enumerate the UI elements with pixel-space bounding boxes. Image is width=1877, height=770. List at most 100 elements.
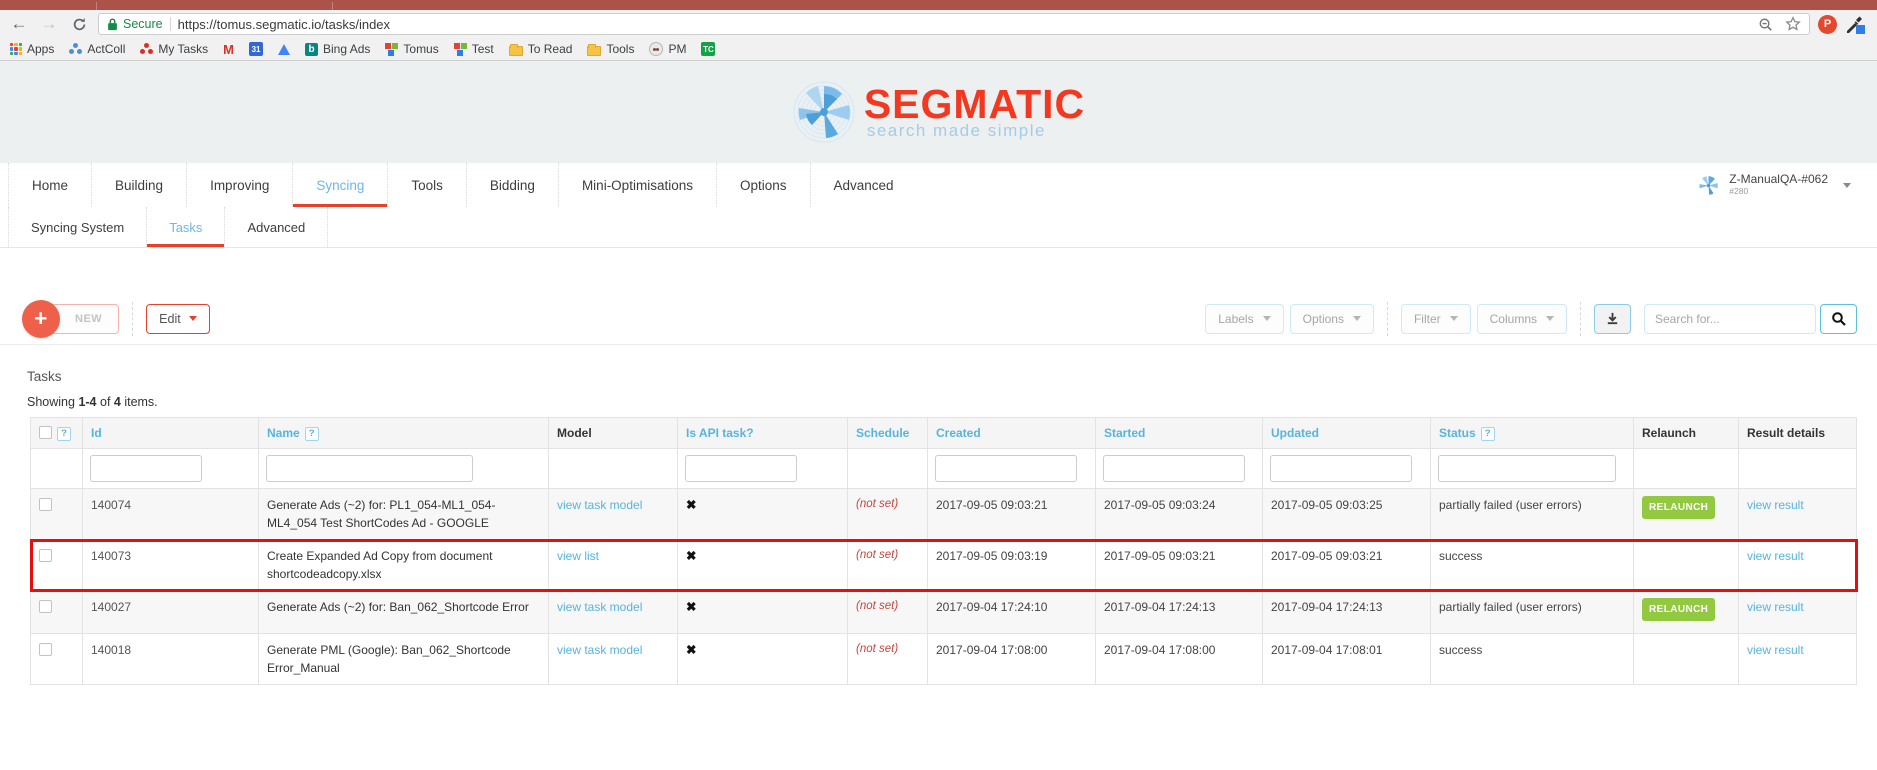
bookmark-star-icon[interactable]	[1785, 16, 1801, 32]
sort-created-link[interactable]: Created	[936, 426, 981, 440]
filter-cell	[1430, 448, 1634, 489]
filter-row	[30, 448, 1857, 489]
relaunch-button[interactable]: RELAUNCH	[1642, 598, 1716, 621]
nav-item-syncing[interactable]: Syncing	[292, 163, 388, 207]
view-result-link[interactable]: view result	[1747, 600, 1804, 614]
row-checkbox[interactable]	[39, 549, 52, 562]
cell-relaunch: RELAUNCH	[1633, 590, 1739, 634]
subnav-item-advanced[interactable]: Advanced	[224, 207, 329, 247]
browser-tab-strip	[0, 0, 1877, 10]
bookmark-analytics[interactable]	[278, 43, 291, 55]
bookmark-tools[interactable]: Tools	[587, 42, 634, 56]
nav-item-tools[interactable]: Tools	[387, 163, 466, 207]
help-icon[interactable]	[57, 427, 71, 441]
color-picker-extension-icon[interactable]	[1845, 14, 1865, 34]
secure-indicator[interactable]: Secure	[107, 17, 163, 31]
sort-id-link[interactable]: Id	[91, 426, 102, 440]
summary-range: 1-4	[78, 395, 97, 409]
options-dropdown-button[interactable]: Options	[1289, 303, 1374, 334]
new-button[interactable]: NEW	[22, 299, 120, 338]
header-result-details: Result details	[1738, 417, 1857, 449]
back-button[interactable]: ←	[8, 13, 30, 35]
cell-is-api-task: ✖	[677, 488, 848, 540]
header-status: Status	[1430, 417, 1634, 449]
bookmark-calendar[interactable]: 31	[249, 42, 264, 56]
bookmark-gmail[interactable]: M	[223, 43, 234, 56]
columns-dropdown-button[interactable]: Columns	[1476, 303, 1567, 334]
search-input[interactable]	[1644, 303, 1816, 334]
row-checkbox[interactable]	[39, 498, 52, 511]
help-icon[interactable]	[304, 427, 319, 441]
bookmark-bing-ads[interactable]: b Bing Ads	[305, 42, 370, 56]
extension-p-icon[interactable]: P	[1818, 14, 1837, 34]
bookmark-label: PM	[668, 42, 687, 56]
sort-status-link[interactable]: Status	[1439, 426, 1476, 440]
view-task-model-link[interactable]: view task model	[557, 498, 642, 512]
nav-item-building[interactable]: Building	[91, 163, 186, 207]
header-id: Id	[82, 417, 259, 449]
bookmark-my-tasks[interactable]: My Tasks	[140, 42, 208, 56]
sub-nav: Syncing System Tasks Advanced	[0, 207, 1877, 248]
cell-result: view result	[1738, 590, 1857, 634]
edit-dropdown-button[interactable]: Edit	[146, 303, 210, 334]
filter-input-updated[interactable]	[1270, 455, 1412, 482]
cell-relaunch	[1633, 633, 1739, 685]
nav-item-bidding[interactable]: Bidding	[465, 163, 558, 207]
subnav-item-tasks[interactable]: Tasks	[146, 207, 225, 247]
view-result-link[interactable]: view result	[1747, 643, 1804, 657]
labels-dropdown-button[interactable]: Labels	[1205, 303, 1284, 334]
filter-input-created[interactable]	[935, 455, 1077, 482]
user-menu[interactable]: Z-ManualQA-#062 #280	[1697, 163, 1877, 207]
nav-item-mini-optimisations[interactable]: Mini-Optimisations	[557, 163, 716, 207]
sort-api-link[interactable]: Is API task?	[686, 426, 754, 440]
cell-result: view result	[1738, 539, 1857, 591]
filter-dropdown-button[interactable]: Filter	[1400, 303, 1471, 334]
filter-input-status[interactable]	[1438, 455, 1616, 482]
bookmark-test[interactable]: Test	[453, 42, 494, 56]
row-checkbox[interactable]	[39, 600, 52, 613]
sort-started-link[interactable]: Started	[1104, 426, 1145, 440]
select-all-checkbox[interactable]	[39, 426, 52, 439]
sort-name-link[interactable]: Name	[267, 426, 300, 440]
filter-input-is-api-task[interactable]	[685, 455, 797, 482]
nav-item-options[interactable]: Options	[715, 163, 810, 207]
cell-relaunch	[1633, 539, 1739, 591]
nav-item-improving[interactable]: Improving	[186, 163, 292, 207]
bookmark-tomus[interactable]: Tomus	[385, 42, 439, 56]
forward-button[interactable]: →	[38, 13, 60, 35]
cell-schedule: (not set)	[847, 590, 928, 634]
view-result-link[interactable]: view result	[1747, 549, 1804, 563]
filter-input-name[interactable]	[266, 455, 473, 482]
filter-input-started[interactable]	[1103, 455, 1245, 482]
view-list-link[interactable]: view list	[557, 549, 599, 563]
row-checkbox[interactable]	[39, 643, 52, 656]
teamcity-icon: TC	[701, 42, 716, 56]
bookmark-apps[interactable]: Apps	[10, 42, 54, 56]
filter-input-id[interactable]	[90, 455, 202, 482]
bookmark-to-read[interactable]: To Read	[508, 42, 572, 56]
help-icon[interactable]	[1480, 427, 1495, 441]
header-is-api-task: Is API task?	[677, 417, 848, 449]
relaunch-button[interactable]: RELAUNCH	[1642, 496, 1716, 519]
search-button[interactable]	[1820, 303, 1857, 334]
subnav-item-syncing-system[interactable]: Syncing System	[8, 207, 146, 247]
sort-schedule-link[interactable]: Schedule	[856, 426, 909, 440]
bookmark-label: Apps	[27, 42, 55, 56]
calendar-icon: 31	[249, 42, 264, 56]
view-result-link[interactable]: view result	[1747, 498, 1804, 512]
cell-result: view result	[1738, 488, 1857, 540]
refresh-button[interactable]	[68, 13, 90, 35]
view-task-model-link[interactable]: view task model	[557, 600, 642, 614]
nav-item-advanced[interactable]: Advanced	[809, 163, 917, 207]
bookmark-pm[interactable]: PM	[649, 42, 686, 56]
url-text[interactable]: https://tomus.segmatic.io/tasks/index	[178, 17, 1751, 32]
bookmark-actcoll[interactable]: ActColl	[69, 42, 125, 56]
view-task-model-link[interactable]: view task model	[557, 643, 642, 657]
nav-item-home[interactable]: Home	[8, 163, 91, 207]
url-bar[interactable]: Secure https://tomus.segmatic.io/tasks/i…	[98, 13, 1810, 35]
sort-updated-link[interactable]: Updated	[1271, 426, 1319, 440]
zoom-out-icon[interactable]	[1758, 17, 1773, 32]
download-button[interactable]	[1594, 303, 1631, 334]
bookmark-tc[interactable]: TC	[701, 42, 716, 56]
segmatic-logo[interactable]: SEGMATIC search made simple	[792, 80, 1085, 144]
